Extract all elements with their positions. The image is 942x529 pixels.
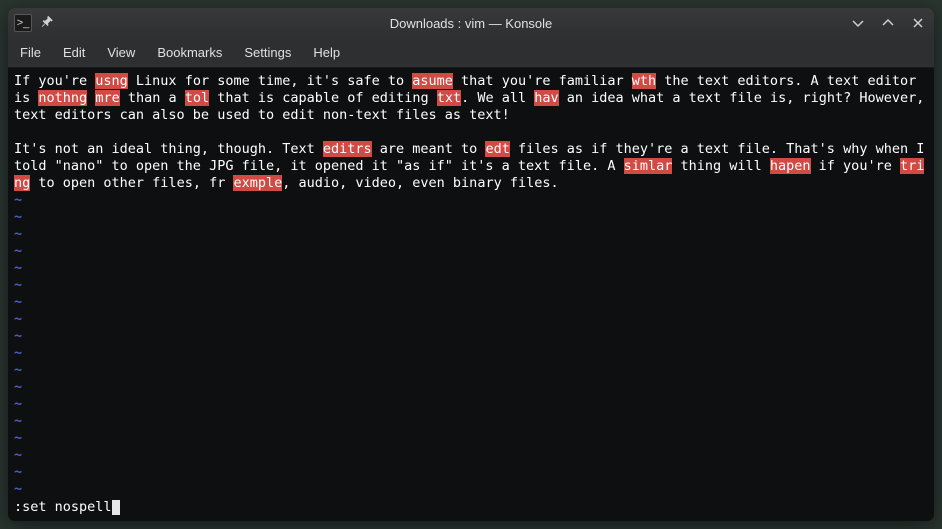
- terminal-window: >_ Downloads : vim — Konsole File Edit V…: [8, 8, 934, 521]
- empty-line-tilde: ~: [14, 243, 928, 260]
- menu-settings[interactable]: Settings: [244, 45, 291, 60]
- paragraph-1: If you're usng Linux for some time, it's…: [14, 73, 928, 124]
- misspelled-word: txt: [437, 90, 461, 106]
- misspelled-word: asume: [412, 73, 453, 89]
- empty-line-tilde: ~: [14, 396, 928, 413]
- menu-file[interactable]: File: [20, 45, 41, 60]
- menu-view[interactable]: View: [107, 45, 135, 60]
- misspelled-word: wth: [632, 73, 656, 89]
- pin-icon[interactable]: [40, 15, 54, 32]
- misspelled-word: usng: [95, 73, 128, 89]
- terminal-area[interactable]: If you're usng Linux for some time, it's…: [8, 68, 934, 521]
- close-button[interactable]: [908, 13, 928, 33]
- terminal-icon: >_: [14, 14, 32, 32]
- titlebar: >_ Downloads : vim — Konsole: [8, 8, 934, 38]
- empty-line-tilde: ~: [14, 294, 928, 311]
- window-title: Downloads : vim — Konsole: [390, 16, 553, 31]
- empty-line-tilde: ~: [14, 379, 928, 396]
- empty-line-tilde: ~: [14, 413, 928, 430]
- menubar: File Edit View Bookmarks Settings Help: [8, 38, 934, 68]
- maximize-button[interactable]: [878, 13, 898, 33]
- empty-line-tilde: ~: [14, 260, 928, 277]
- misspelled-word: hapen: [770, 158, 811, 174]
- misspelled-word: simlar: [624, 158, 673, 174]
- misspelled-word: edt: [485, 141, 509, 157]
- command-line[interactable]: :set nospell: [14, 499, 928, 516]
- menu-edit[interactable]: Edit: [63, 45, 85, 60]
- empty-line-tilde: ~: [14, 226, 928, 243]
- misspelled-word: nothng: [38, 90, 87, 106]
- empty-line-tilde: ~: [14, 328, 928, 345]
- minimize-button[interactable]: [848, 13, 868, 33]
- misspelled-word: exmple: [233, 175, 282, 191]
- menu-bookmarks[interactable]: Bookmarks: [157, 45, 222, 60]
- empty-line-tilde: ~: [14, 345, 928, 362]
- menu-help[interactable]: Help: [313, 45, 340, 60]
- empty-line-tilde: ~: [14, 464, 928, 481]
- paragraph-2: It's not an ideal thing, though. Text ed…: [14, 141, 928, 192]
- empty-line-tilde: ~: [14, 277, 928, 294]
- misspelled-word: hav: [534, 90, 558, 106]
- empty-line-tilde: ~: [14, 209, 928, 226]
- empty-line-tilde: ~: [14, 311, 928, 328]
- misspelled-word: editrs: [323, 141, 372, 157]
- empty-line-tilde: ~: [14, 481, 928, 498]
- cursor: [112, 500, 120, 515]
- empty-line-tilde: ~: [14, 430, 928, 447]
- empty-line-tilde: ~: [14, 447, 928, 464]
- misspelled-word: tol: [185, 90, 209, 106]
- misspelled-word: mre: [95, 90, 119, 106]
- empty-line-tilde: ~: [14, 192, 928, 209]
- empty-line-tilde: ~: [14, 362, 928, 379]
